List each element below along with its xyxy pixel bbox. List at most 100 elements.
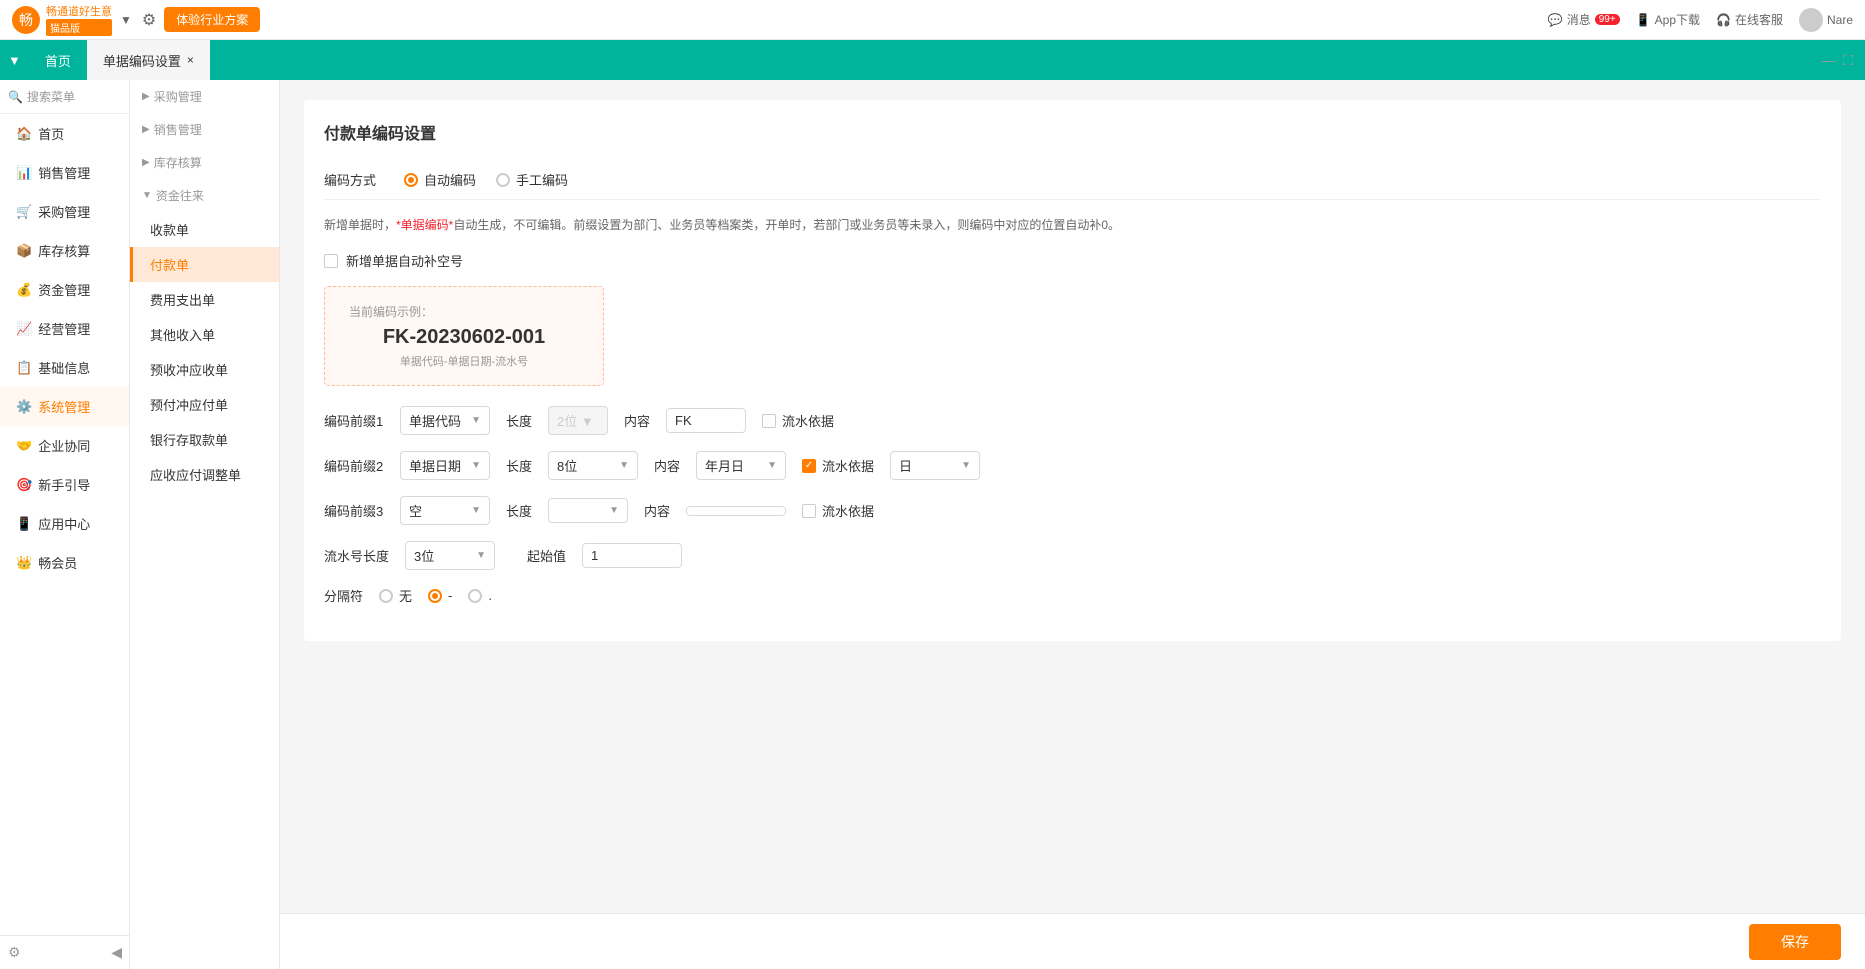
group-capital-title[interactable]: ▼ 资金往来 — [130, 179, 279, 212]
sidebar-bottom: ⚙ ◀ — [0, 935, 130, 969]
sub-menu-expense[interactable]: 费用支出单 — [130, 282, 279, 317]
sub-menu-receipt[interactable]: 收款单 — [130, 212, 279, 247]
serial-length-arrow: ▼ — [476, 550, 486, 561]
logo-icon: 畅 — [12, 6, 40, 34]
prefix3-length-select[interactable]: ▼ — [548, 498, 628, 523]
service-item[interactable]: 🎧 在线客服 — [1716, 11, 1783, 28]
purchase-icon: 🛒 — [16, 204, 32, 220]
preview-code: FK-20230602-001 — [349, 326, 579, 349]
member-icon: 👑 — [16, 555, 32, 571]
collapse-icon[interactable]: ◀ — [111, 944, 122, 961]
settings-bottom-icon[interactable]: ⚙ — [8, 944, 21, 961]
left-sidebar: 🔍 搜索菜单 🏠 首页 📊 销售管理 🛒 采购管理 📦 库存核算 💰 — [0, 80, 130, 969]
auto-fill-checkbox[interactable] — [324, 254, 338, 268]
message-icon: 💬 — [1548, 13, 1563, 27]
prefix2-serial-period-select[interactable]: 日 ▼ — [890, 451, 980, 480]
sub-menu-bank-deposit[interactable]: 银行存取款单 — [130, 422, 279, 457]
main-area: 🔍 搜索菜单 🏠 首页 📊 销售管理 🛒 采购管理 📦 库存核算 💰 — [0, 80, 1865, 969]
prefix3-serial-checkbox[interactable]: 流水依据 — [802, 501, 874, 520]
encoding-method-label: 编码方式 — [324, 170, 376, 189]
start-value-input[interactable] — [582, 543, 682, 568]
sidebar-item-enterprise[interactable]: 🤝 企业协同 — [0, 426, 129, 465]
search-icon: 🔍 — [8, 90, 23, 104]
prefix1-select[interactable]: 单据代码 ▼ — [400, 406, 490, 435]
basic-icon: 📋 — [16, 360, 32, 376]
sub-menu-ap-adjust[interactable]: 应收应付调整单 — [130, 457, 279, 492]
sidebar-item-purchase[interactable]: 🛒 采购管理 — [0, 192, 129, 231]
maximize-button[interactable]: ⛶ — [1843, 52, 1853, 69]
sidebar-item-member[interactable]: 👑 畅会员 — [0, 543, 129, 582]
prefix2-length-select[interactable]: 8位 ▼ — [548, 451, 638, 480]
preview-label: 当前编码示例： — [349, 303, 579, 320]
message-label: 消息 — [1567, 11, 1591, 28]
minimize-button[interactable]: — — [1821, 52, 1835, 68]
prefix1-serial-checkbox[interactable]: 流水依据 — [762, 411, 834, 430]
sub-menu-pre-payable[interactable]: 预付冲应付单 — [130, 387, 279, 422]
serial-length-select[interactable]: 3位 ▼ — [405, 541, 495, 570]
nav-dropdown[interactable]: ▼ — [120, 13, 132, 27]
prefix2-content-arrow: ▼ — [767, 460, 777, 471]
prefix3-select-arrow: ▼ — [471, 505, 481, 516]
save-button[interactable]: 保存 — [1749, 924, 1841, 960]
headset-icon: 🎧 — [1716, 13, 1731, 27]
message-badge: 99+ — [1595, 14, 1620, 25]
prefix3-serial-checkbox-box — [802, 504, 816, 518]
sidebar-item-sales[interactable]: 📊 销售管理 — [0, 153, 129, 192]
prefix2-serial-period-arrow: ▼ — [961, 460, 971, 471]
inventory-icon: 📦 — [16, 243, 32, 259]
group-sales: ▶ 销售管理 — [130, 113, 279, 146]
trial-button[interactable]: 体验行业方案 — [164, 7, 260, 32]
prefix2-select[interactable]: 单据日期 ▼ — [400, 451, 490, 480]
download-item[interactable]: 📱 App下载 — [1636, 11, 1700, 28]
group-inventory-title[interactable]: ▶ 库存核算 — [130, 146, 279, 179]
sep-dot-radio[interactable]: . — [468, 588, 492, 603]
message-item[interactable]: 💬 消息 99+ — [1548, 11, 1620, 28]
sidebar-item-finance[interactable]: 💰 资金管理 — [0, 270, 129, 309]
tab-encoding[interactable]: 单据编码设置 × — [87, 40, 210, 80]
topbar-nav: ▼ ⚙ — [120, 10, 156, 30]
info-text: 新增单据时，*单据编码*自动生成，不可编辑。前缀设置为部门、业务员等档案类，开单… — [324, 216, 1821, 235]
user-item[interactable]: Nare — [1799, 8, 1853, 32]
preview-box: 当前编码示例： FK-20230602-001 单据代码-单据日期-流水号 — [324, 286, 604, 386]
prefix-row-3: 编码前缀3 空 ▼ 长度 ▼ 内容 流水依据 — [324, 496, 1821, 525]
search-menu[interactable]: 🔍 搜索菜单 — [0, 80, 129, 114]
prefix2-select-arrow: ▼ — [471, 460, 481, 471]
sidebar-item-apps[interactable]: 📱 应用中心 — [0, 504, 129, 543]
sidebar-items: 🏠 首页 📊 销售管理 🛒 采购管理 📦 库存核算 💰 资金管理 📈 经 — [0, 114, 129, 582]
prefix1-label: 编码前缀1 — [324, 411, 384, 430]
group-sales-title[interactable]: ▶ 销售管理 — [130, 113, 279, 146]
home-icon: 🏠 — [16, 126, 32, 142]
avatar — [1799, 8, 1823, 32]
auto-fill-row: 新增单据自动补空号 — [324, 251, 1821, 270]
sidebar-item-system[interactable]: ⚙️ 系统管理 — [0, 387, 129, 426]
sidebar-item-guide[interactable]: 🎯 新手引导 — [0, 465, 129, 504]
prefix1-length-label: 长度 — [506, 411, 532, 430]
tab-home-label: 首页 — [45, 51, 71, 70]
group-purchase: ▶ 采购管理 — [130, 80, 279, 113]
sidebar-item-inventory[interactable]: 📦 库存核算 — [0, 231, 129, 270]
page-title: 付款单编码设置 — [324, 120, 1821, 144]
sub-menu-pre-receivable[interactable]: 预收冲应收单 — [130, 352, 279, 387]
group-purchase-title[interactable]: ▶ 采购管理 — [130, 80, 279, 113]
sub-menu-payment[interactable]: 付款单 — [130, 247, 279, 282]
auto-encode-radio-dot — [404, 173, 418, 187]
sidebar-item-home[interactable]: 🏠 首页 — [0, 114, 129, 153]
sales-icon: 📊 — [16, 165, 32, 181]
download-label: App下载 — [1655, 11, 1700, 28]
prefix3-select[interactable]: 空 ▼ — [400, 496, 490, 525]
tab-expand-icon[interactable]: ▼ — [0, 53, 29, 68]
sep-dash-radio[interactable]: - — [428, 588, 452, 603]
sidebar-item-operations[interactable]: 📈 经营管理 — [0, 309, 129, 348]
sep-none-radio[interactable]: 无 — [379, 586, 412, 605]
auto-encode-radio[interactable]: 自动编码 — [404, 170, 476, 189]
prefix2-content-select[interactable]: 年月日 ▼ — [696, 451, 786, 480]
sidebar-item-basic[interactable]: 📋 基础信息 — [0, 348, 129, 387]
manual-encode-radio[interactable]: 手工编码 — [496, 170, 568, 189]
tab-home[interactable]: 首页 — [29, 40, 87, 80]
sub-menu-other-income[interactable]: 其他收入单 — [130, 317, 279, 352]
settings-icon[interactable]: ⚙ — [142, 10, 156, 30]
tab-close-icon[interactable]: × — [187, 53, 194, 67]
prefix2-serial-checkbox[interactable]: ✓ 流水依据 — [802, 456, 874, 475]
separator-row: 分隔符 无 - . — [324, 586, 1821, 605]
prefix3-content-label: 内容 — [644, 501, 670, 520]
